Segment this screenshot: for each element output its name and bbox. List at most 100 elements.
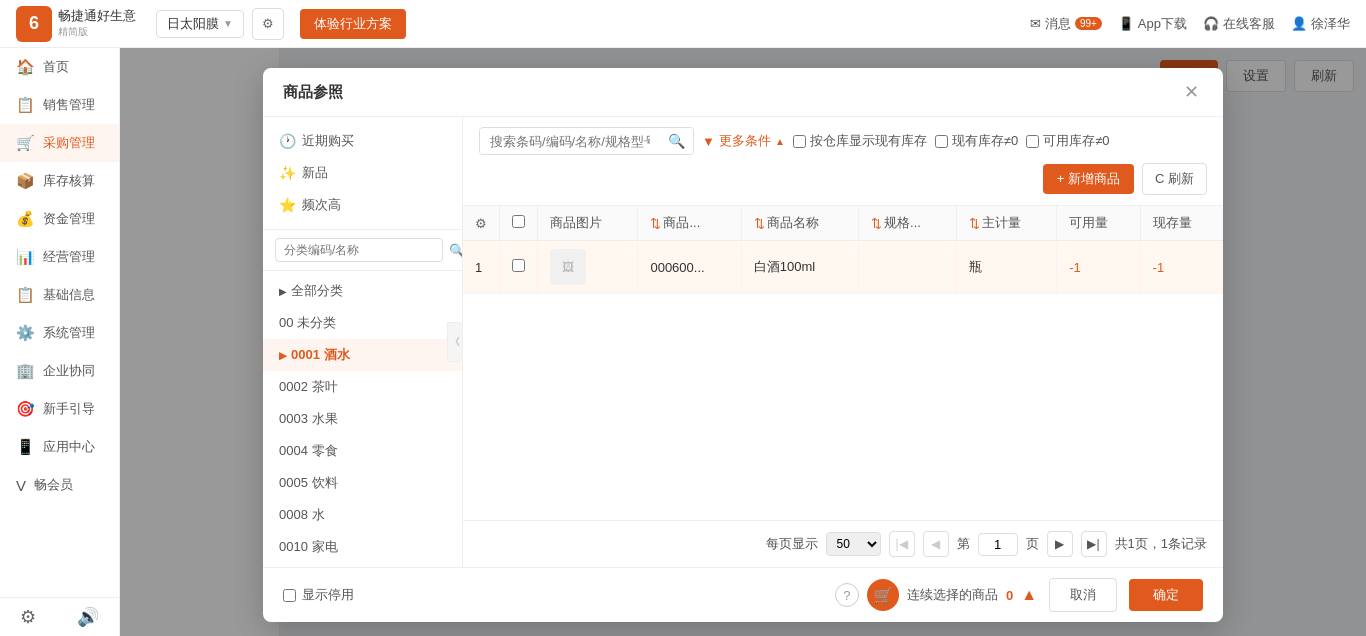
quick-label-new: 新品 bbox=[302, 164, 328, 182]
column-settings-icon[interactable]: ⚙ bbox=[475, 216, 487, 231]
sort-icon: ⇅ bbox=[650, 216, 661, 231]
dialog-title: 商品参照 bbox=[283, 83, 343, 102]
sidebar-item-inventory[interactable]: 📦 库存核算 bbox=[0, 162, 119, 200]
page-last-button[interactable]: ▶| bbox=[1081, 531, 1107, 557]
th-settings[interactable]: ⚙ bbox=[463, 206, 500, 241]
apps-icon: 📱 bbox=[16, 438, 35, 456]
collapse-panel-button[interactable]: 《 bbox=[447, 322, 463, 362]
row-select-checkbox[interactable] bbox=[512, 259, 525, 272]
checkbox-current-input[interactable] bbox=[935, 135, 948, 148]
dialog-close-button[interactable]: ✕ bbox=[1179, 80, 1203, 104]
page-prev-button[interactable]: ◀ bbox=[923, 531, 949, 557]
th-name[interactable]: ⇅ 商品名称 bbox=[741, 206, 858, 241]
product-table-container: ⚙ 商品图片 bbox=[463, 206, 1223, 520]
product-search-input[interactable] bbox=[480, 129, 660, 154]
category-item-0010[interactable]: 0010 家电 bbox=[263, 531, 462, 563]
messages-btn[interactable]: ✉ 消息 99+ bbox=[1030, 15, 1102, 33]
checkbox-current-label: 现有库存≠0 bbox=[952, 132, 1018, 150]
category-item-all[interactable]: ▶ 全部分类 bbox=[263, 275, 462, 307]
dialog-left-panel: 🕐 近期购买 ✨ 新品 ⭐ 频次高 bbox=[263, 117, 463, 567]
top-nav: 6 畅捷通好生意 精简版 日太阳膜 ▼ ⚙ 体验行业方案 ✉ 消息 99+ 📱 … bbox=[0, 0, 1366, 48]
page-number-input[interactable] bbox=[978, 533, 1018, 556]
quick-item-frequent[interactable]: ⭐ 频次高 bbox=[263, 189, 462, 221]
category-item-0004[interactable]: 0004 零食 bbox=[263, 435, 462, 467]
checkbox-available-label: 可用库存≠0 bbox=[1043, 132, 1109, 150]
category-item-0002[interactable]: 0002 茶叶 bbox=[263, 371, 462, 403]
th-checkbox bbox=[500, 206, 538, 241]
content-area: 查询 设置 刷新 商品参照 ✕ bbox=[120, 48, 1366, 636]
th-available[interactable]: 可用量 bbox=[1057, 206, 1140, 241]
show-disabled-checkbox[interactable]: 显示停用 bbox=[283, 586, 354, 604]
th-unit-label: 主计量 bbox=[982, 214, 1021, 232]
sidebar-label-sales: 销售管理 bbox=[43, 96, 95, 114]
page-first-button[interactable]: |◀ bbox=[889, 531, 915, 557]
checkbox-warehouse-stock[interactable]: 按仓库显示现有库存 bbox=[793, 132, 927, 150]
sidebar-item-home[interactable]: 🏠 首页 bbox=[0, 48, 119, 86]
confirm-button[interactable]: 确定 bbox=[1129, 579, 1203, 611]
page-label: 第 bbox=[957, 535, 970, 553]
sidebar-item-sales[interactable]: 📋 销售管理 bbox=[0, 86, 119, 124]
checkbox-available-input[interactable] bbox=[1026, 135, 1039, 148]
volume-icon[interactable]: 🔊 bbox=[77, 606, 99, 628]
sidebar-item-apps[interactable]: 📱 应用中心 bbox=[0, 428, 119, 466]
arrow-icon: ▶ bbox=[279, 286, 287, 297]
cart-count: 0 bbox=[1006, 588, 1013, 603]
sidebar-item-member[interactable]: V 畅会员 bbox=[0, 466, 119, 504]
collapse-cart-icon[interactable]: ▲ bbox=[1021, 586, 1037, 604]
sidebar-item-operation[interactable]: 📊 经营管理 bbox=[0, 238, 119, 276]
add-product-button[interactable]: + 新增商品 bbox=[1043, 164, 1134, 194]
settings-gear-icon[interactable]: ⚙ bbox=[20, 606, 36, 628]
quick-item-recent[interactable]: 🕐 近期购买 bbox=[263, 125, 462, 157]
online-service-btn[interactable]: 🎧 在线客服 bbox=[1203, 15, 1275, 33]
brand-logo: 6 畅捷通好生意 精简版 bbox=[16, 6, 136, 42]
select-all-checkbox[interactable] bbox=[512, 215, 525, 228]
cancel-button[interactable]: 取消 bbox=[1049, 578, 1117, 612]
store-selector[interactable]: 日太阳膜 ▼ bbox=[156, 10, 244, 38]
sidebar-item-enterprise[interactable]: 🏢 企业协同 bbox=[0, 352, 119, 390]
quick-label-frequent: 频次高 bbox=[302, 196, 341, 214]
category-item-0005[interactable]: 0005 饮料 bbox=[263, 467, 462, 499]
user-avatar[interactable]: 👤 徐泽华 bbox=[1291, 15, 1350, 33]
sidebar-item-purchase[interactable]: 🛒 采购管理 bbox=[0, 124, 119, 162]
demo-button[interactable]: 体验行业方案 bbox=[300, 9, 406, 39]
quick-item-new[interactable]: ✨ 新品 bbox=[263, 157, 462, 189]
help-icon[interactable]: ? bbox=[835, 583, 859, 607]
category-item-0001[interactable]: ▶ 0001 酒水 bbox=[263, 339, 462, 371]
pagination: 每页显示 50 10 20 100 |◀ ◀ 第 页 bbox=[463, 520, 1223, 567]
category-search-icon[interactable]: 🔍 bbox=[449, 243, 463, 258]
checkbox-warehouse-input[interactable] bbox=[793, 135, 806, 148]
table-row[interactable]: 1 🖼 bbox=[463, 241, 1223, 294]
row-image: 🖼 bbox=[538, 241, 638, 294]
th-spec[interactable]: ⇅ 规格... bbox=[859, 206, 957, 241]
checkbox-current-stock[interactable]: 现有库存≠0 bbox=[935, 132, 1018, 150]
category-search-input[interactable] bbox=[275, 238, 443, 262]
image-placeholder-icon: 🖼 bbox=[562, 260, 574, 274]
sidebar-item-finance[interactable]: 💰 资金管理 bbox=[0, 200, 119, 238]
category-item-0008[interactable]: 0008 水 bbox=[263, 499, 462, 531]
app-download-btn[interactable]: 📱 App下载 bbox=[1118, 15, 1187, 33]
star-icon: ⭐ bbox=[279, 197, 296, 213]
category-item-uncategorized[interactable]: 00 未分类 bbox=[263, 307, 462, 339]
th-stock[interactable]: 现存量 bbox=[1140, 206, 1223, 241]
row-checkbox[interactable] bbox=[500, 241, 538, 294]
row-stock: -1 bbox=[1140, 241, 1223, 294]
page-next-button[interactable]: ▶ bbox=[1047, 531, 1073, 557]
checkbox-available-stock[interactable]: 可用库存≠0 bbox=[1026, 132, 1109, 150]
sidebar-item-basic[interactable]: 📋 基础信息 bbox=[0, 276, 119, 314]
message-icon: ✉ bbox=[1030, 16, 1041, 31]
search-icon-button[interactable]: 🔍 bbox=[660, 128, 693, 154]
th-code-label: 商品... bbox=[663, 214, 700, 232]
filter-button[interactable]: ▼ 更多条件 ▲ bbox=[702, 132, 785, 150]
th-code[interactable]: ⇅ 商品... bbox=[638, 206, 741, 241]
cart-button[interactable]: 🛒 bbox=[867, 579, 899, 611]
sidebar-item-guide[interactable]: 🎯 新手引导 bbox=[0, 390, 119, 428]
refresh-button[interactable]: C 刷新 bbox=[1142, 163, 1207, 195]
settings-icon[interactable]: ⚙ bbox=[252, 8, 284, 40]
show-disabled-input[interactable] bbox=[283, 589, 296, 602]
th-unit[interactable]: ⇅ 主计量 bbox=[956, 206, 1056, 241]
category-item-0003[interactable]: 0003 水果 bbox=[263, 403, 462, 435]
chevron-down-icon: ▼ bbox=[223, 18, 233, 29]
sort-icon-name: ⇅ bbox=[754, 216, 765, 231]
per-page-select[interactable]: 50 10 20 100 bbox=[826, 532, 881, 556]
sidebar-item-system[interactable]: ⚙️ 系统管理 bbox=[0, 314, 119, 352]
